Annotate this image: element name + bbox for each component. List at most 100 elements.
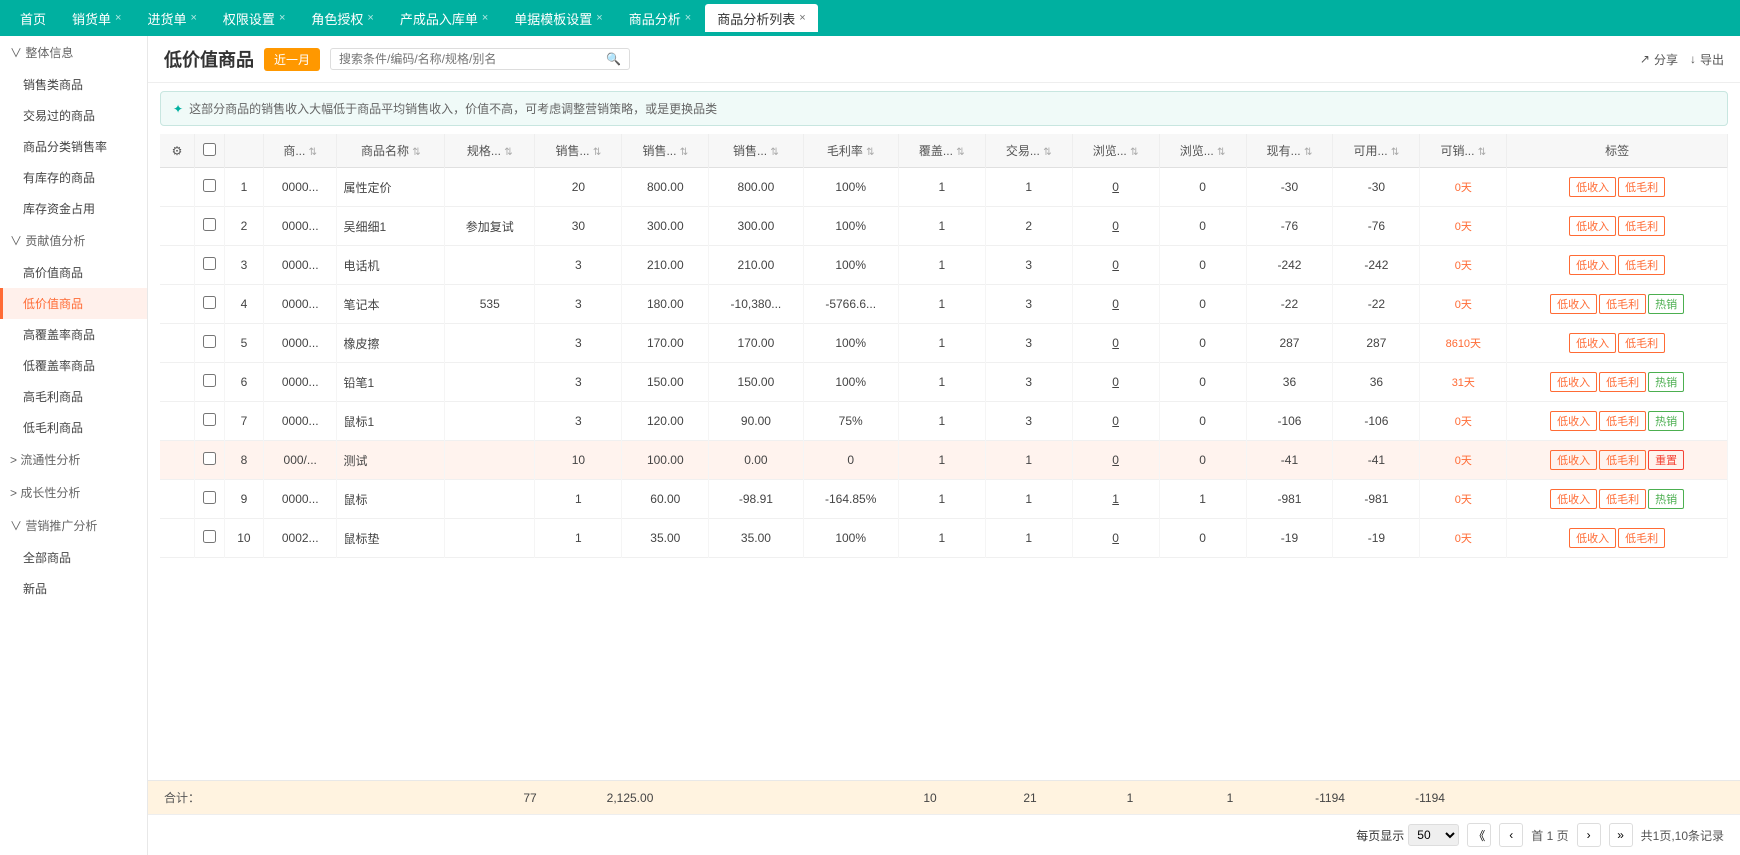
- cell-view1[interactable]: 0: [1072, 324, 1159, 363]
- view1-link[interactable]: 0: [1112, 531, 1119, 545]
- export-button[interactable]: ↓ 导出: [1690, 51, 1724, 68]
- cell-checkbox[interactable]: [194, 285, 224, 324]
- view1-link[interactable]: 1: [1112, 492, 1119, 506]
- close-icon[interactable]: ×: [279, 12, 285, 24]
- sidebar-item-high-margin[interactable]: 高毛利商品: [0, 381, 147, 412]
- select-all-checkbox[interactable]: [203, 143, 216, 156]
- sidebar-item-traded[interactable]: 交易过的商品: [0, 100, 147, 131]
- sidebar-group-liquidity[interactable]: > 流通性分析: [0, 443, 147, 476]
- view1-link[interactable]: 0: [1112, 180, 1119, 194]
- row-checkbox[interactable]: [203, 218, 216, 231]
- row-checkbox[interactable]: [203, 296, 216, 309]
- row-checkbox[interactable]: [203, 335, 216, 348]
- view1-link[interactable]: 0: [1112, 375, 1119, 389]
- row-checkbox[interactable]: [203, 452, 216, 465]
- cell-checkbox[interactable]: [194, 168, 224, 207]
- view1-link[interactable]: 0: [1112, 453, 1119, 467]
- cell-view1[interactable]: 0: [1072, 441, 1159, 480]
- col-view2[interactable]: 浏览... ⇅: [1159, 134, 1246, 168]
- view1-link[interactable]: 0: [1112, 297, 1119, 311]
- cell-checkbox[interactable]: [194, 324, 224, 363]
- col-checkbox[interactable]: [194, 134, 224, 168]
- cell-view1[interactable]: 0: [1072, 402, 1159, 441]
- view1-link[interactable]: 0: [1112, 258, 1119, 272]
- last-page-button[interactable]: »: [1609, 823, 1633, 847]
- cell-view1[interactable]: 0: [1072, 363, 1159, 402]
- sidebar-item-low-value[interactable]: 低价值商品: [0, 288, 147, 319]
- share-button[interactable]: ↗ 分享: [1640, 51, 1678, 68]
- nav-tab-warehouse[interactable]: 产成品入库单 ×: [388, 4, 500, 32]
- row-checkbox[interactable]: [203, 257, 216, 270]
- col-available[interactable]: 可用... ⇅: [1333, 134, 1420, 168]
- close-icon[interactable]: ×: [367, 12, 373, 24]
- col-cost[interactable]: 销售... ⇅: [709, 134, 803, 168]
- close-icon[interactable]: ×: [685, 12, 691, 24]
- nav-tab-home[interactable]: 首页: [8, 4, 58, 32]
- sidebar-item-new-goods[interactable]: 新品: [0, 573, 147, 604]
- close-icon[interactable]: ×: [799, 12, 805, 24]
- close-icon[interactable]: ×: [482, 12, 488, 24]
- col-amount[interactable]: 销售... ⇅: [622, 134, 709, 168]
- search-icon[interactable]: 🔍: [606, 52, 621, 66]
- nav-tab-analysis[interactable]: 商品分析 ×: [617, 4, 703, 32]
- cell-checkbox[interactable]: [194, 519, 224, 558]
- per-page-select[interactable]: 50 20 100: [1408, 824, 1459, 846]
- cell-checkbox[interactable]: [194, 207, 224, 246]
- row-checkbox[interactable]: [203, 374, 216, 387]
- view1-link[interactable]: 0: [1112, 336, 1119, 350]
- cell-view1[interactable]: 0: [1072, 246, 1159, 285]
- close-icon[interactable]: ×: [190, 12, 196, 24]
- sidebar-item-stock-fund[interactable]: 库存资金占用: [0, 193, 147, 224]
- col-code[interactable]: 商... ⇅: [263, 134, 337, 168]
- view1-link[interactable]: 0: [1112, 219, 1119, 233]
- cell-view1[interactable]: 0: [1072, 207, 1159, 246]
- sidebar-group-growth[interactable]: > 成长性分析: [0, 476, 147, 509]
- sidebar-item-high-value[interactable]: 高价值商品: [0, 257, 147, 288]
- cell-view1[interactable]: 0: [1072, 519, 1159, 558]
- col-qty[interactable]: 销售... ⇅: [535, 134, 622, 168]
- col-trade[interactable]: 交易... ⇅: [985, 134, 1072, 168]
- cell-checkbox[interactable]: [194, 246, 224, 285]
- col-coverage[interactable]: 覆盖... ⇅: [898, 134, 985, 168]
- prev-page-button[interactable]: ‹: [1499, 823, 1523, 847]
- col-view1[interactable]: 浏览... ⇅: [1072, 134, 1159, 168]
- nav-tab-purchase[interactable]: 进货单 ×: [135, 4, 208, 32]
- sidebar-item-high-coverage[interactable]: 高覆盖率商品: [0, 319, 147, 350]
- close-icon[interactable]: ×: [596, 12, 602, 24]
- first-page-button[interactable]: 《: [1467, 823, 1491, 847]
- col-settings[interactable]: ⚙: [160, 134, 194, 168]
- sidebar-item-low-coverage[interactable]: 低覆盖率商品: [0, 350, 147, 381]
- col-margin[interactable]: 毛利率 ⇅: [803, 134, 898, 168]
- search-input[interactable]: [339, 52, 600, 66]
- sidebar-group-contribution[interactable]: ∨ 贡献值分析: [0, 224, 147, 257]
- next-page-button[interactable]: ›: [1577, 823, 1601, 847]
- col-spec[interactable]: 规格... ⇅: [445, 134, 535, 168]
- nav-tab-sales[interactable]: 销货单 ×: [60, 4, 133, 32]
- view1-link[interactable]: 0: [1112, 414, 1119, 428]
- col-stock[interactable]: 现有... ⇅: [1246, 134, 1333, 168]
- nav-tab-template[interactable]: 单据模板设置 ×: [502, 4, 614, 32]
- sidebar-item-all-goods[interactable]: 全部商品: [0, 542, 147, 573]
- sidebar-item-low-margin[interactable]: 低毛利商品: [0, 412, 147, 443]
- date-filter-button[interactable]: 近一月: [264, 48, 320, 71]
- cell-checkbox[interactable]: [194, 480, 224, 519]
- sidebar-group-overall[interactable]: ∨ 整体信息: [0, 36, 147, 69]
- sidebar-item-stock-goods[interactable]: 有库存的商品: [0, 162, 147, 193]
- sidebar-item-category-rate[interactable]: 商品分类销售率: [0, 131, 147, 162]
- cell-view1[interactable]: 0: [1072, 168, 1159, 207]
- cell-checkbox[interactable]: [194, 441, 224, 480]
- row-checkbox[interactable]: [203, 491, 216, 504]
- col-sellable[interactable]: 可销... ⇅: [1420, 134, 1507, 168]
- cell-view1[interactable]: 0: [1072, 285, 1159, 324]
- nav-tab-permission[interactable]: 权限设置 ×: [211, 4, 297, 32]
- nav-tab-analysis-list[interactable]: 商品分析列表 ×: [705, 4, 817, 32]
- close-icon[interactable]: ×: [115, 12, 121, 24]
- sidebar-group-marketing[interactable]: ∨ 营销推广分析: [0, 509, 147, 542]
- cell-checkbox[interactable]: [194, 363, 224, 402]
- col-name[interactable]: 商品名称 ⇅: [337, 134, 445, 168]
- row-checkbox[interactable]: [203, 530, 216, 543]
- sidebar-item-sales-goods[interactable]: 销售类商品: [0, 69, 147, 100]
- cell-checkbox[interactable]: [194, 402, 224, 441]
- row-checkbox[interactable]: [203, 179, 216, 192]
- row-checkbox[interactable]: [203, 413, 216, 426]
